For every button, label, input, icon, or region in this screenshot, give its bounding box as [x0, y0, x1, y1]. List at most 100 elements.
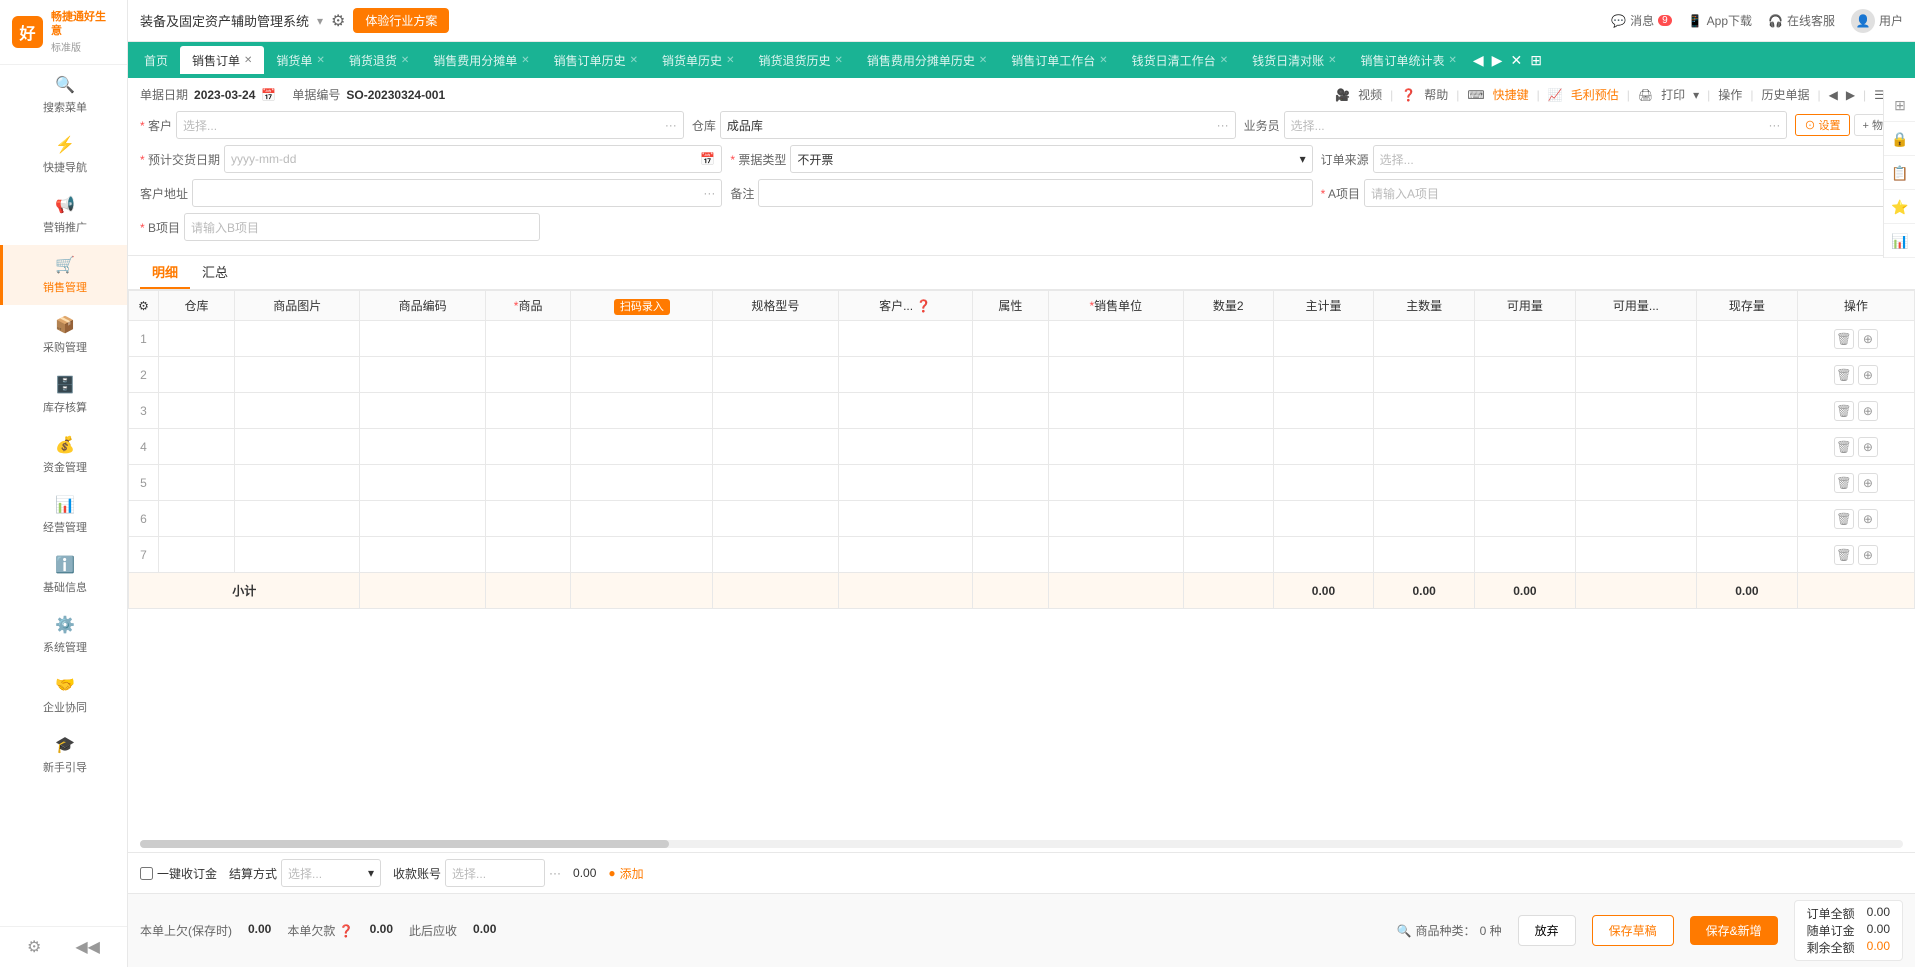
row-copy-icon[interactable]: ⊕	[1858, 365, 1878, 385]
a-project-input[interactable]: 请输入A项目	[1364, 179, 1903, 207]
row-warehouse[interactable]	[159, 321, 235, 357]
right-panel-icon-1[interactable]: ⊞	[1884, 90, 1915, 122]
row-warehouse[interactable]	[159, 537, 235, 573]
row-available[interactable]	[1475, 465, 1576, 501]
row-main-qty[interactable]	[1374, 465, 1475, 501]
row-copy-icon[interactable]: ⊕	[1858, 437, 1878, 457]
one-click-checkbox[interactable]	[140, 867, 153, 880]
tab-close-icon[interactable]: ✕	[401, 55, 409, 66]
tab-sales-return[interactable]: 销货退货 ✕	[337, 46, 421, 74]
row-customer-code[interactable]	[838, 501, 972, 537]
row-attribute[interactable]	[972, 321, 1048, 357]
tab-daily-reconcile[interactable]: 钱货日清对账 ✕	[1240, 46, 1348, 74]
row-code[interactable]	[360, 537, 485, 573]
row-main-qty[interactable]	[1374, 429, 1475, 465]
row-code[interactable]	[360, 429, 485, 465]
sidebar-item-base-info[interactable]: ℹ️ 基础信息	[0, 545, 127, 605]
row-available[interactable]	[1475, 429, 1576, 465]
tab-close-icon[interactable]: ✕	[521, 55, 529, 66]
row-stock[interactable]	[1697, 501, 1798, 537]
tab-close-icon[interactable]: ✕	[244, 55, 252, 66]
tab-order-workbench[interactable]: 销售订单工作台 ✕	[999, 46, 1119, 74]
delivery-input[interactable]: yyyy-mm-dd 📅	[224, 145, 722, 173]
row-warehouse[interactable]	[159, 465, 235, 501]
settings-gear-icon[interactable]: ⚙	[331, 11, 345, 31]
row-delete-icon[interactable]: 🗑	[1834, 545, 1854, 565]
right-panel-icon-3[interactable]: 📋	[1884, 158, 1915, 190]
row-available[interactable]	[1475, 321, 1576, 357]
row-delete-icon[interactable]: 🗑	[1834, 509, 1854, 529]
print-label[interactable]: 打印	[1661, 86, 1685, 103]
table-wrapper[interactable]: ⚙ 仓库 商品图片 商品编码 *商品 扫码录入 规格型号 客户...	[128, 290, 1915, 836]
account-expand-icon[interactable]: ···	[549, 866, 561, 880]
row-code[interactable]	[360, 393, 485, 429]
row-spec[interactable]	[713, 321, 838, 357]
message-btn[interactable]: 💬 消息 9	[1611, 12, 1672, 29]
row-unit[interactable]	[1048, 537, 1183, 573]
row-unit[interactable]	[1048, 357, 1183, 393]
row-stock[interactable]	[1697, 357, 1798, 393]
row-main-qty[interactable]	[1374, 321, 1475, 357]
row-qty2[interactable]	[1183, 429, 1273, 465]
row-product[interactable]	[485, 321, 571, 357]
nav-next-icon[interactable]: ▶	[1846, 88, 1855, 102]
row-product[interactable]	[485, 357, 571, 393]
row-attribute[interactable]	[972, 357, 1048, 393]
row-stock[interactable]	[1697, 321, 1798, 357]
sidebar-item-quicknav[interactable]: ⚡ 快捷导航	[0, 125, 127, 185]
tab-daily-workbench[interactable]: 钱货日清工作台 ✕	[1120, 46, 1240, 74]
row-warehouse[interactable]	[159, 501, 235, 537]
sidebar-item-finance[interactable]: 💰 资金管理	[0, 425, 127, 485]
row-main-unit[interactable]	[1273, 501, 1374, 537]
user-avatar[interactable]: 👤 用户	[1851, 9, 1903, 33]
tab-close-icon[interactable]: ✕	[726, 55, 734, 66]
row-attribute[interactable]	[972, 465, 1048, 501]
row-warehouse[interactable]	[159, 357, 235, 393]
row-product[interactable]	[485, 429, 571, 465]
tab-fee-history[interactable]: 销售费用分摊单历史 ✕	[855, 46, 999, 74]
row-copy-icon[interactable]: ⊕	[1858, 545, 1878, 565]
row-delete-icon[interactable]: 🗑	[1834, 473, 1854, 493]
row-available2[interactable]	[1575, 321, 1696, 357]
tab-return-history[interactable]: 销货退货历史 ✕	[746, 46, 854, 74]
save-draft-btn[interactable]: 保存草稿	[1592, 915, 1674, 946]
save-new-btn[interactable]: 保存&新增	[1690, 916, 1778, 945]
sidebar-item-guide[interactable]: 🎓 新手引导	[0, 725, 127, 785]
row-available[interactable]	[1475, 393, 1576, 429]
row-main-qty[interactable]	[1374, 537, 1475, 573]
sidebar-item-system[interactable]: ⚙️ 系统管理	[0, 605, 127, 665]
row-delete-icon[interactable]: 🗑	[1834, 365, 1854, 385]
row-available2[interactable]	[1575, 537, 1696, 573]
row-spec[interactable]	[713, 357, 838, 393]
tab-close-icon[interactable]: ✕	[1220, 55, 1228, 66]
tab-close-icon[interactable]: ✕	[1449, 55, 1457, 66]
tab-sales-stats[interactable]: 销售订单统计表 ✕	[1348, 46, 1468, 74]
row-customer-code[interactable]	[838, 537, 972, 573]
row-attribute[interactable]	[972, 537, 1048, 573]
tab-close-icon[interactable]: ✕	[1099, 55, 1107, 66]
right-panel-icon-2[interactable]: 🔒	[1884, 124, 1915, 156]
discard-btn[interactable]: 放弃	[1518, 915, 1576, 946]
row-customer-code[interactable]	[838, 321, 972, 357]
row-main-unit[interactable]	[1273, 465, 1374, 501]
row-copy-icon[interactable]: ⊕	[1858, 509, 1878, 529]
sidebar-item-enterprise[interactable]: 🤝 企业协同	[0, 665, 127, 725]
row-code[interactable]	[360, 357, 485, 393]
app-download-btn[interactable]: 📱 App下载	[1688, 12, 1752, 29]
row-qty2[interactable]	[1183, 537, 1273, 573]
agent-input[interactable]: 选择...	[1284, 111, 1788, 139]
row-unit[interactable]	[1048, 321, 1183, 357]
row-code[interactable]	[360, 501, 485, 537]
sidebar-item-inventory[interactable]: 🗄️ 库存核算	[0, 365, 127, 425]
row-spec[interactable]	[713, 429, 838, 465]
warehouse-input[interactable]: 成品库	[720, 111, 1236, 139]
row-main-unit[interactable]	[1273, 537, 1374, 573]
tab-close-icon[interactable]: ✕	[834, 55, 842, 66]
row-main-unit[interactable]	[1273, 321, 1374, 357]
tab-close-icon[interactable]: ✕	[979, 55, 987, 66]
row-available2[interactable]	[1575, 357, 1696, 393]
row-stock[interactable]	[1697, 465, 1798, 501]
tab-next-btn[interactable]: ▶	[1488, 52, 1507, 69]
sidebar-settings-icon[interactable]: ⚙	[27, 937, 41, 957]
tab-sales-order-history[interactable]: 销售订单历史 ✕	[542, 46, 650, 74]
